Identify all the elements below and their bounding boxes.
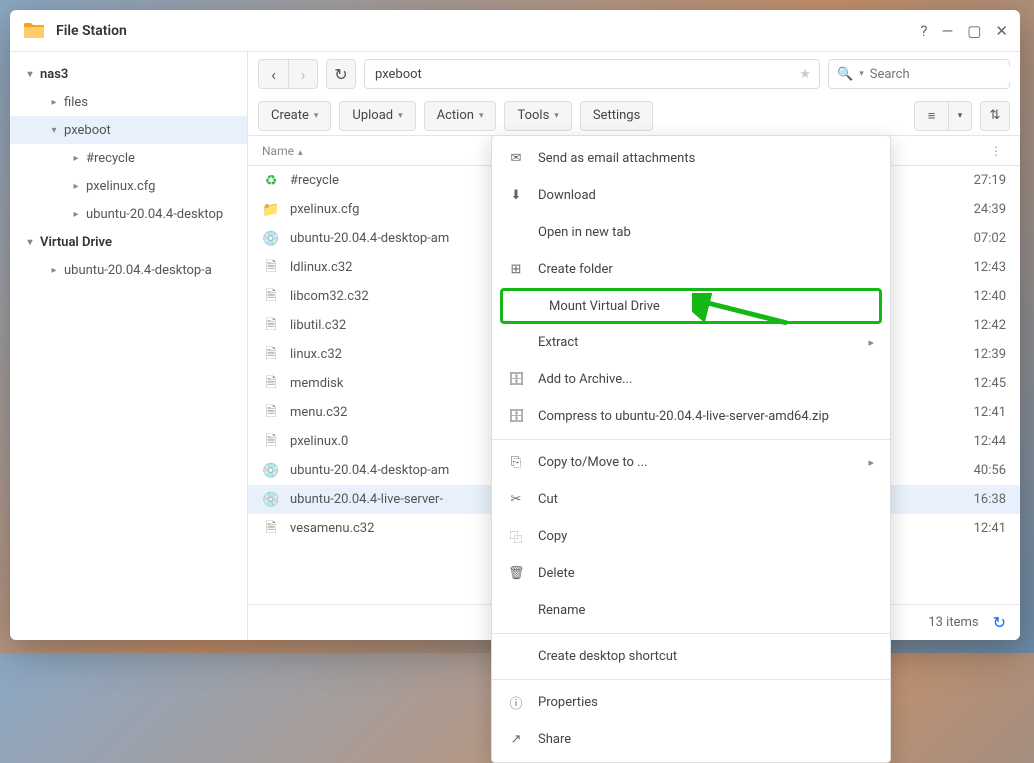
ctx-download[interactable]: ⬇Download — [492, 177, 890, 214]
archive-icon: 🗄 — [508, 372, 524, 387]
help-icon[interactable]: ? — [920, 22, 927, 40]
file-time: 12:44 — [946, 434, 1006, 449]
tree-item-virtual-ubuntu[interactable]: ▸ubuntu-20.04.4-desktop-a — [10, 256, 247, 284]
favorite-icon[interactable]: ★ — [799, 67, 811, 82]
close-icon[interactable]: ✕ — [995, 22, 1008, 40]
ctx-open-new-tab[interactable]: Open in new tab — [492, 214, 890, 251]
ctx-mount-virtual-drive[interactable]: Mount Virtual Drive — [500, 288, 882, 324]
search-input[interactable] — [870, 67, 1020, 82]
info-icon: ⓘ — [508, 693, 524, 712]
download-icon: ⬇ — [508, 188, 524, 203]
column-menu-icon[interactable]: ⋮ — [986, 144, 1006, 158]
trash-icon: 🗑 — [508, 566, 524, 581]
ctx-share[interactable]: ↗Share — [492, 721, 890, 758]
settings-button[interactable]: Settings — [580, 101, 653, 131]
ctx-copy-move[interactable]: ⎘Copy to/Move to ...▸ — [492, 444, 890, 481]
create-button[interactable]: Create▾ — [258, 101, 331, 131]
ctx-copy[interactable]: ⿻Copy — [492, 518, 890, 555]
share-icon: ↗ — [508, 732, 524, 747]
file-time: 27:19 — [946, 173, 1006, 188]
status-count: 13 items — [928, 615, 978, 630]
tree-item-pxeboot[interactable]: ▾pxeboot — [10, 116, 247, 144]
cut-icon: ✂ — [508, 492, 524, 507]
file-time: 12:41 — [946, 405, 1006, 420]
search-box[interactable]: 🔍 ▾ — [828, 59, 1010, 89]
search-caret-icon[interactable]: ▾ — [859, 69, 864, 79]
copy-move-icon: ⎘ — [508, 455, 524, 470]
ctx-desktop-shortcut[interactable]: Create desktop shortcut — [492, 638, 890, 675]
tree-item-recycle[interactable]: ▸#recycle — [10, 144, 247, 172]
file-time: 07:02 — [946, 231, 1006, 246]
file-time: 12:43 — [946, 260, 1006, 275]
view-dropdown-button[interactable]: ▾ — [948, 101, 972, 131]
tree-root-nas3[interactable]: ▾nas3 — [10, 60, 247, 88]
ctx-send-email[interactable]: ✉Send as email attachments — [492, 140, 890, 177]
copy-icon: ⿻ — [508, 527, 524, 546]
ctx-properties[interactable]: ⓘProperties — [492, 684, 890, 721]
ctx-create-folder[interactable]: ⊞Create folder — [492, 251, 890, 288]
maximize-icon[interactable]: ▢ — [967, 22, 981, 40]
file-time: 12:45 — [946, 376, 1006, 391]
zip-icon: 🗄 — [508, 409, 524, 424]
app-icon — [22, 19, 46, 43]
path-input[interactable]: pxeboot ★ — [364, 59, 820, 89]
ctx-extract[interactable]: Extract▸ — [492, 324, 890, 361]
ctx-compress[interactable]: 🗄Compress to ubuntu-20.04.4-live-server-… — [492, 398, 890, 435]
nav-refresh-button[interactable]: ↻ — [326, 59, 356, 89]
tree-item-ubuntu-desktop[interactable]: ▸ubuntu-20.04.4-desktop — [10, 200, 247, 228]
view-list-button[interactable]: ≡ — [914, 101, 948, 131]
ctx-cut[interactable]: ✂Cut — [492, 481, 890, 518]
annotation-arrow — [692, 293, 792, 337]
tree-item-pxelinux-cfg[interactable]: ▸pxelinux.cfg — [10, 172, 247, 200]
file-time: 24:39 — [946, 202, 1006, 217]
tree-root-virtual-drive[interactable]: ▾Virtual Drive — [10, 228, 247, 256]
action-button[interactable]: Action▾ — [424, 101, 497, 131]
file-time: 12:40 — [946, 289, 1006, 304]
context-menu: ✉Send as email attachments ⬇Download Ope… — [491, 135, 891, 763]
file-time: 12:39 — [946, 347, 1006, 362]
file-time: 40:56 — [946, 463, 1006, 478]
minimize-icon[interactable]: — — [942, 22, 954, 40]
submenu-arrow-icon: ▸ — [868, 456, 874, 469]
submenu-arrow-icon: ▸ — [868, 336, 874, 349]
sidebar: ▾nas3 ▸files ▾pxeboot ▸#recycle ▸pxelinu… — [10, 52, 248, 640]
upload-button[interactable]: Upload▾ — [339, 101, 415, 131]
tree-item-files[interactable]: ▸files — [10, 88, 247, 116]
ctx-add-archive[interactable]: 🗄Add to Archive... — [492, 361, 890, 398]
ctx-rename[interactable]: Rename — [492, 592, 890, 629]
pathbar: ‹ › ↻ pxeboot ★ 🔍 ▾ — [248, 52, 1020, 96]
toolbar: Create▾ Upload▾ Action▾ Tools▾ Settings … — [248, 96, 1020, 136]
new-folder-icon: ⊞ — [508, 262, 524, 277]
nav-back-button[interactable]: ‹ — [258, 59, 288, 89]
file-time: 16:38 — [946, 492, 1006, 507]
mail-icon: ✉ — [508, 151, 524, 166]
sort-button[interactable]: ⇅ — [980, 101, 1010, 131]
search-icon: 🔍 — [837, 67, 853, 82]
tools-button[interactable]: Tools▾ — [504, 101, 571, 131]
file-time: 12:41 — [946, 521, 1006, 536]
ctx-delete[interactable]: 🗑Delete — [492, 555, 890, 592]
file-time: 12:42 — [946, 318, 1006, 333]
status-refresh-icon[interactable]: ↻ — [993, 613, 1006, 632]
nav-forward-button[interactable]: › — [288, 59, 318, 89]
titlebar: File Station ? — ▢ ✕ — [10, 10, 1020, 52]
app-title: File Station — [56, 23, 920, 39]
